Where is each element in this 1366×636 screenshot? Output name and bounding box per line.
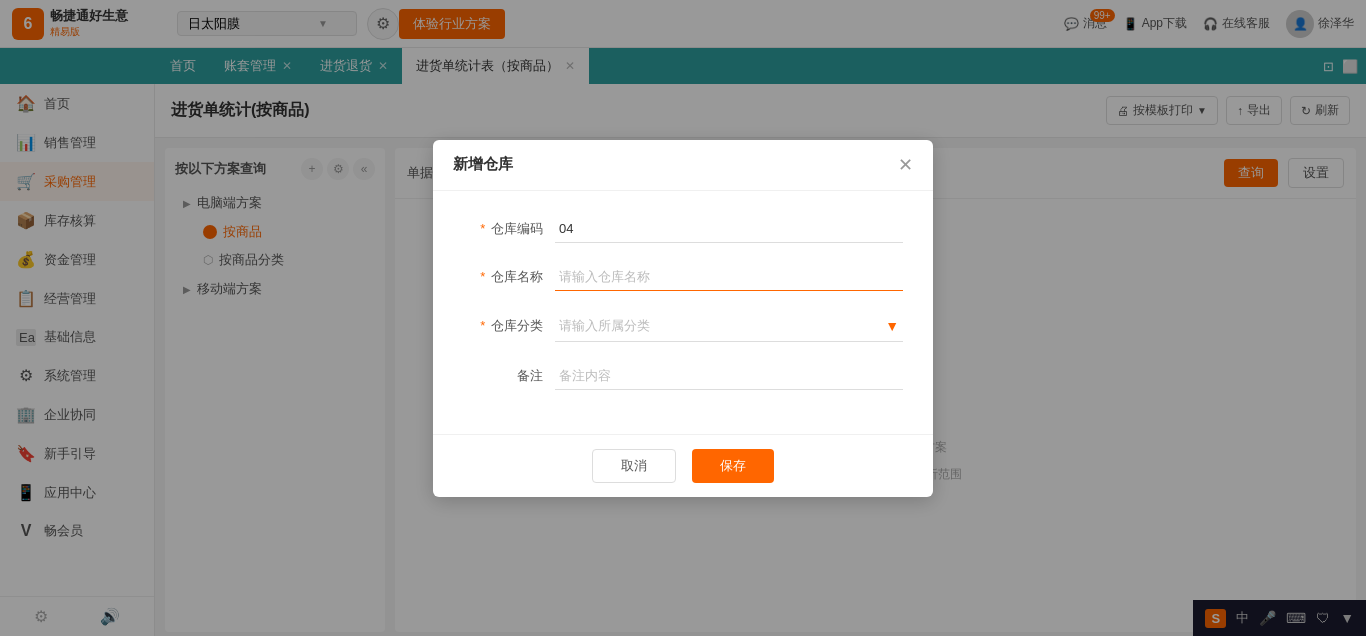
required-star-3: * [480, 318, 485, 333]
form-row-remark: 备注 [463, 362, 903, 390]
dialog-footer: 取消 保存 [433, 434, 933, 497]
cancel-button[interactable]: 取消 [592, 449, 676, 483]
add-warehouse-dialog: 新增仓库 ✕ * 仓库编码 * 仓库名称 * [433, 140, 933, 497]
remark-input[interactable] [555, 362, 903, 390]
required-star-1: * [480, 221, 485, 236]
category-arrow-icon: ▼ [885, 318, 899, 334]
category-select[interactable]: 请输入所属分类 ▼ [555, 311, 903, 342]
dialog-close-button[interactable]: ✕ [898, 154, 913, 176]
code-input[interactable] [555, 215, 903, 243]
save-button[interactable]: 保存 [692, 449, 774, 483]
dialog-title: 新增仓库 [453, 155, 898, 174]
remark-label: 备注 [463, 367, 543, 385]
modal-overlay: 新增仓库 ✕ * 仓库编码 * 仓库名称 * [0, 0, 1366, 636]
dialog-body: * 仓库编码 * 仓库名称 * 仓库分类 请输入所属分类 [433, 191, 933, 434]
dialog-header: 新增仓库 ✕ [433, 140, 933, 191]
category-label: * 仓库分类 [463, 317, 543, 335]
name-label: * 仓库名称 [463, 268, 543, 286]
form-row-code: * 仓库编码 [463, 215, 903, 243]
form-row-category: * 仓库分类 请输入所属分类 ▼ [463, 311, 903, 342]
name-input[interactable] [555, 263, 903, 291]
form-row-name: * 仓库名称 [463, 263, 903, 291]
code-label: * 仓库编码 [463, 220, 543, 238]
category-placeholder: 请输入所属分类 [559, 317, 650, 335]
required-star-2: * [480, 269, 485, 284]
